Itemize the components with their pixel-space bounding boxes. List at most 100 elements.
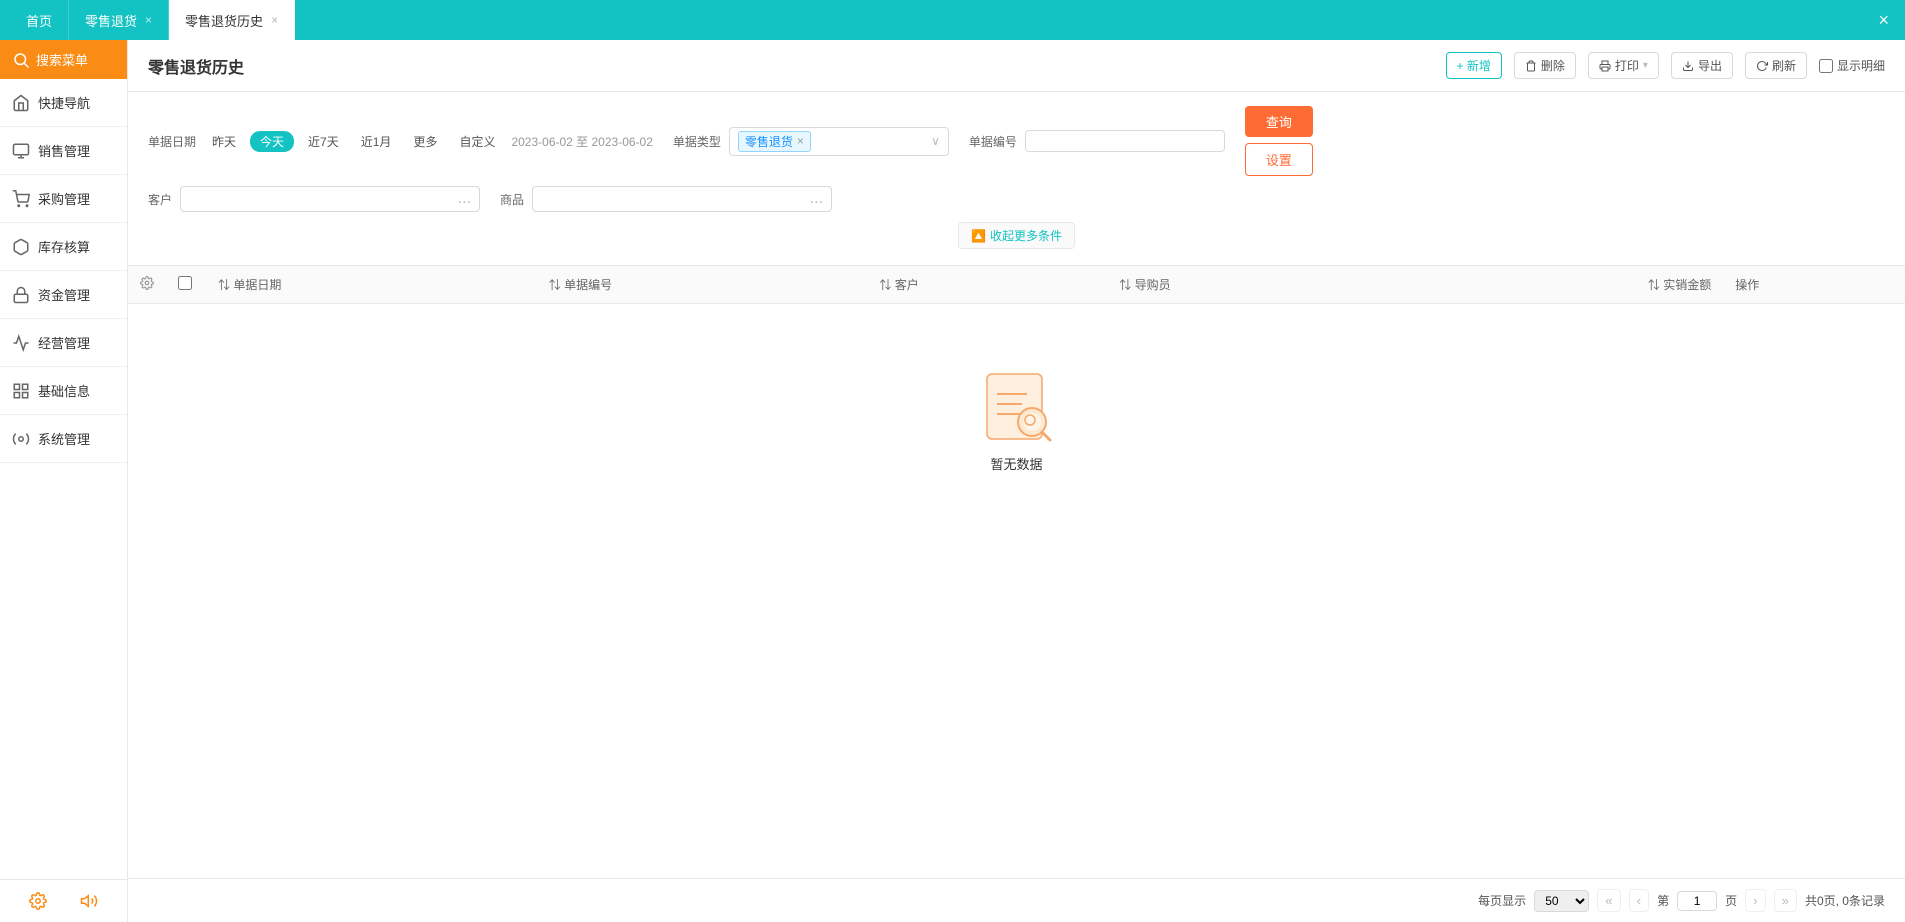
voucher-filter-label: 单据编号 bbox=[969, 133, 1017, 150]
voucher-filter-group: 单据编号 bbox=[969, 130, 1225, 152]
settings-icon[interactable] bbox=[29, 892, 47, 910]
tab-home-label: 首页 bbox=[26, 11, 52, 30]
sidebar-item-ops-mgmt[interactable]: 经营管理 bbox=[0, 319, 127, 367]
col-customer[interactable]: ⇅ 客户 bbox=[867, 266, 1107, 304]
col-date[interactable]: ⇅ 单据日期 bbox=[206, 266, 537, 304]
goods-input-wrap: ... bbox=[532, 186, 832, 212]
tab-home[interactable]: 首页 bbox=[10, 0, 69, 40]
empty-row: 暂无数据 bbox=[128, 304, 1905, 534]
pagination-bar: 每页显示 50 100 200 « ‹ 第 1 页 › » 共0页, 0条记录 bbox=[128, 878, 1905, 922]
select-all-checkbox[interactable] bbox=[178, 276, 192, 290]
sidebar-item-sales-mgmt[interactable]: 销售管理 bbox=[0, 127, 127, 175]
tab-retail-return-history-label: 零售退货历史 bbox=[185, 11, 263, 30]
table-settings-icon bbox=[140, 276, 154, 290]
sidebar-item-inventory[interactable]: 库存核算 bbox=[0, 223, 127, 271]
delete-button[interactable]: 删除 bbox=[1514, 52, 1576, 79]
col-customer-label: 客户 bbox=[895, 278, 919, 292]
type-select[interactable]: 零售退货 × ∨ bbox=[729, 127, 949, 156]
date-range-display: 2023-06-02 至 2023-06-02 bbox=[511, 133, 652, 150]
tab-retail-return-history[interactable]: 零售退货历史 × bbox=[169, 0, 295, 40]
per-page-label: 每页显示 bbox=[1478, 892, 1526, 909]
customer-input-wrap: ... bbox=[180, 186, 480, 212]
new-button[interactable]: + 新增 bbox=[1446, 52, 1502, 79]
voucher-input[interactable] bbox=[1034, 134, 1216, 148]
customer-filter-group: 客户 ... bbox=[148, 186, 480, 212]
table-check-col[interactable] bbox=[166, 266, 206, 304]
col-amount[interactable]: ⇅ 实销金额 bbox=[1393, 266, 1724, 304]
tab-retail-return-close[interactable]: × bbox=[145, 13, 152, 27]
filter-row-2: 客户 ... 商品 ... bbox=[148, 186, 1885, 212]
refresh-icon bbox=[1756, 60, 1768, 72]
table-header-row: ⇅ 单据日期 ⇅ 单据编号 ⇅ 客户 ⇅ 导购员 bbox=[128, 266, 1905, 304]
col-guide-label: 导购员 bbox=[1135, 278, 1171, 292]
date-btn-1month[interactable]: 近1月 bbox=[353, 131, 400, 152]
col-voucher-no-label: 单据编号 bbox=[564, 278, 612, 292]
col-date-label: 单据日期 bbox=[233, 278, 281, 292]
date-btn-yesterday[interactable]: 昨天 bbox=[204, 131, 244, 152]
first-page-button[interactable]: « bbox=[1597, 889, 1620, 912]
type-tag: 零售退货 × bbox=[738, 131, 811, 152]
sidebar-item-purchase-mgmt[interactable]: 采购管理 bbox=[0, 175, 127, 223]
purchase-icon bbox=[12, 190, 30, 208]
sidebar-bottom bbox=[0, 879, 127, 922]
export-button[interactable]: 导出 bbox=[1671, 52, 1733, 79]
set-button[interactable]: 设置 bbox=[1245, 143, 1313, 176]
tab-retail-return-history-close[interactable]: × bbox=[271, 13, 278, 27]
sidebar-item-ops-mgmt-label: 经营管理 bbox=[38, 333, 90, 352]
sidebar-item-sys-mgmt-label: 系统管理 bbox=[38, 429, 90, 448]
volume-icon[interactable] bbox=[80, 892, 98, 910]
customer-filter-label: 客户 bbox=[148, 191, 172, 208]
goods-filter-label: 商品 bbox=[500, 191, 524, 208]
date-btn-today[interactable]: 今天 bbox=[250, 131, 294, 152]
inventory-icon bbox=[12, 238, 30, 256]
sidebar-item-purchase-mgmt-label: 采购管理 bbox=[38, 189, 90, 208]
col-voucher-no[interactable]: ⇅ 单据编号 bbox=[537, 266, 868, 304]
per-page-select[interactable]: 50 100 200 bbox=[1534, 890, 1589, 912]
last-page-button[interactable]: » bbox=[1774, 889, 1797, 912]
collapse-wrap: 🔼 收起更多条件 bbox=[148, 222, 1885, 257]
print-chevron: ▾ bbox=[1643, 60, 1648, 71]
window-close-button[interactable]: × bbox=[1862, 10, 1905, 31]
col-guide[interactable]: ⇅ 导购员 bbox=[1107, 266, 1392, 304]
date-btn-custom[interactable]: 自定义 bbox=[451, 131, 503, 152]
collapse-button[interactable]: 🔼 收起更多条件 bbox=[958, 222, 1075, 249]
top-bar: 首页 零售退货 × 零售退货历史 × × bbox=[0, 0, 1905, 40]
goods-dots-icon[interactable]: ... bbox=[810, 190, 823, 208]
date-btn-more[interactable]: 更多 bbox=[405, 131, 445, 152]
type-tag-close[interactable]: × bbox=[797, 134, 804, 148]
system-icon bbox=[12, 430, 30, 448]
table-container: ⇅ 单据日期 ⇅ 单据编号 ⇅ 客户 ⇅ 导购员 bbox=[128, 266, 1905, 878]
filter-row-1: 单据日期 昨天 今天 近7天 近1月 更多 自定义 2023-06-02 至 2… bbox=[148, 106, 1885, 176]
type-chevron-icon: ∨ bbox=[931, 134, 940, 148]
page-number-input[interactable]: 1 bbox=[1677, 891, 1717, 911]
refresh-button[interactable]: 刷新 bbox=[1745, 52, 1807, 79]
page-header: 零售退货历史 + 新增 删除 打印 ▾ 导出 刷新 bbox=[128, 40, 1905, 92]
type-filter-label: 单据类型 bbox=[673, 133, 721, 150]
query-button[interactable]: 查询 bbox=[1245, 106, 1313, 137]
sidebar-item-basic-info[interactable]: 基础信息 bbox=[0, 367, 127, 415]
next-page-button[interactable]: › bbox=[1745, 889, 1765, 912]
search-menu-button[interactable]: 搜索菜单 bbox=[0, 40, 127, 79]
col-action-label: 操作 bbox=[1735, 278, 1759, 292]
show-detail-wrap: 显示明细 bbox=[1819, 57, 1885, 74]
sidebar-item-finance-mgmt[interactable]: 资金管理 bbox=[0, 271, 127, 319]
empty-cell: 暂无数据 bbox=[128, 304, 1905, 534]
sidebar-item-quick-nav[interactable]: 快捷导航 bbox=[0, 79, 127, 127]
date-filter-group: 单据日期 昨天 今天 近7天 近1月 更多 自定义 2023-06-02 至 2… bbox=[148, 131, 653, 152]
export-icon bbox=[1682, 60, 1694, 72]
tab-retail-return[interactable]: 零售退货 × bbox=[69, 0, 169, 40]
customer-dots-icon[interactable]: ... bbox=[458, 190, 471, 208]
customer-input[interactable] bbox=[189, 192, 458, 206]
sidebar-item-finance-mgmt-label: 资金管理 bbox=[38, 285, 90, 304]
goods-input[interactable] bbox=[541, 192, 810, 206]
sidebar-item-sys-mgmt[interactable]: 系统管理 bbox=[0, 415, 127, 463]
main-content: 零售退货历史 + 新增 删除 打印 ▾ 导出 刷新 bbox=[128, 40, 1905, 922]
show-detail-checkbox[interactable] bbox=[1819, 59, 1833, 73]
date-btn-7days[interactable]: 近7天 bbox=[300, 131, 347, 152]
print-button[interactable]: 打印 ▾ bbox=[1588, 52, 1659, 79]
table-settings-col[interactable] bbox=[128, 266, 166, 304]
empty-state: 暂无数据 bbox=[128, 304, 1905, 533]
prev-page-button[interactable]: ‹ bbox=[1629, 889, 1649, 912]
data-table: ⇅ 单据日期 ⇅ 单据编号 ⇅ 客户 ⇅ 导购员 bbox=[128, 266, 1905, 533]
collapse-label: 收起更多条件 bbox=[990, 227, 1062, 244]
